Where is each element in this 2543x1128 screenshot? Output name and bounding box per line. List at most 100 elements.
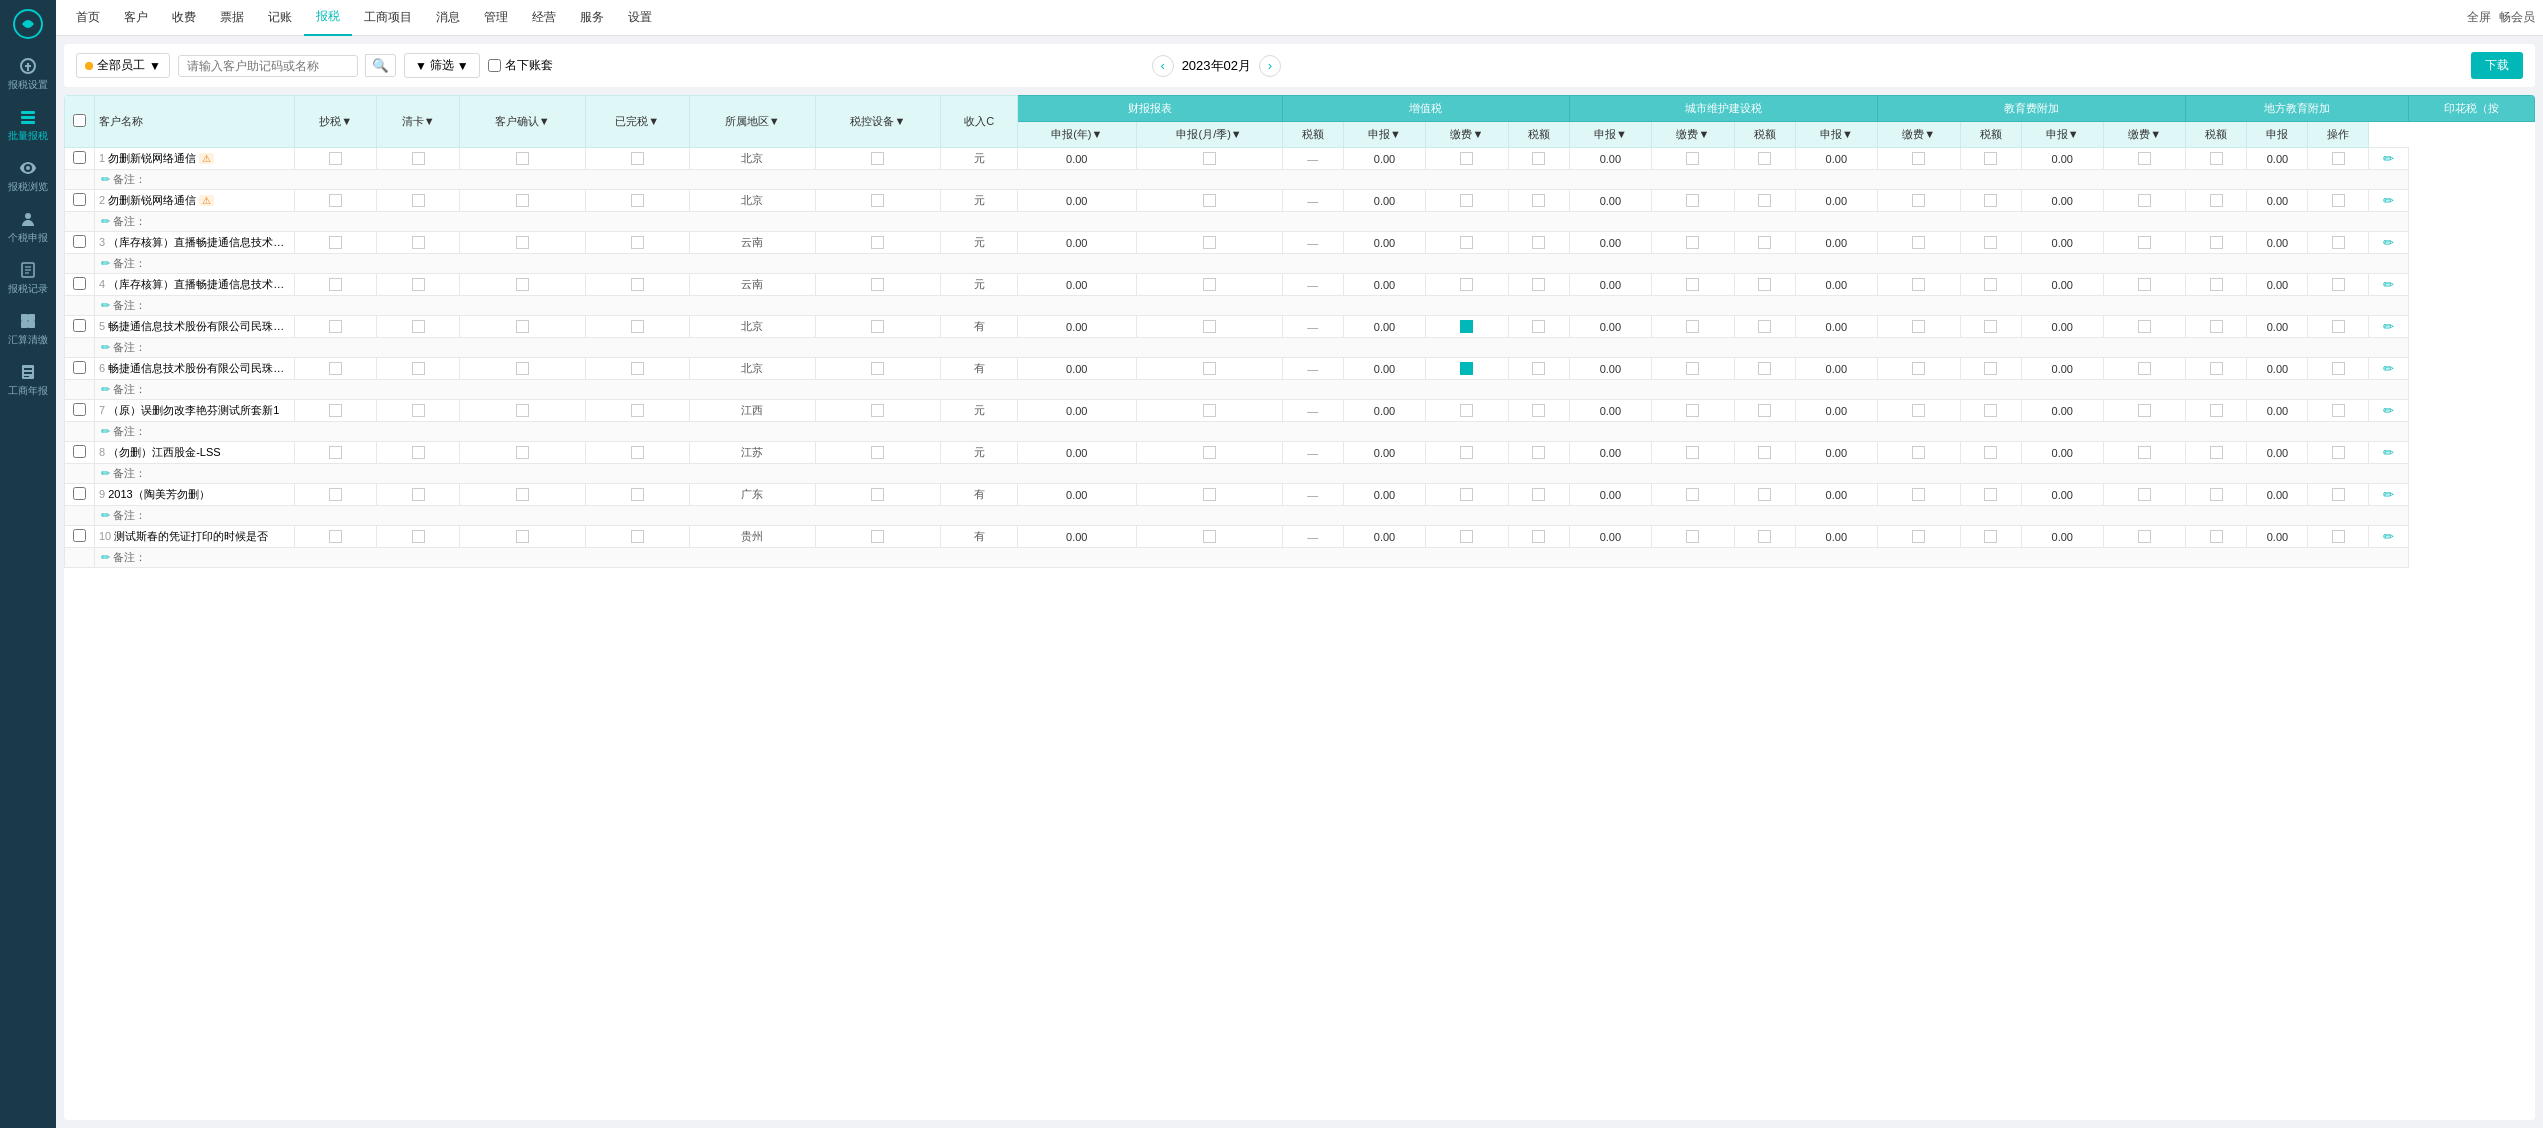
urban-report-cb[interactable] — [1686, 278, 1699, 291]
note-edit-icon[interactable]: ✏ — [101, 173, 110, 185]
vat-report-cb[interactable] — [1460, 530, 1473, 543]
confirm-checkbox[interactable] — [516, 362, 529, 375]
edit-icon[interactable]: ✏ — [2383, 445, 2394, 460]
copy-tax-checkbox[interactable] — [329, 488, 342, 501]
local-report-cb[interactable] — [2138, 362, 2151, 375]
nav-bookkeeping[interactable]: 记账 — [256, 0, 304, 36]
local-report-cb[interactable] — [2138, 530, 2151, 543]
row-checkbox[interactable] — [73, 445, 86, 458]
edu-report-cb[interactable] — [1912, 362, 1925, 375]
local-report-cb[interactable] — [2138, 446, 2151, 459]
device-checkbox[interactable] — [871, 194, 884, 207]
device-checkbox[interactable] — [871, 320, 884, 333]
vat-pay-cb[interactable] — [1532, 362, 1545, 375]
local-report-cb[interactable] — [2138, 236, 2151, 249]
paid-checkbox[interactable] — [631, 404, 644, 417]
local-report-cb[interactable] — [2138, 278, 2151, 291]
edit-icon[interactable]: ✏ — [2383, 235, 2394, 250]
clear-card-checkbox[interactable] — [412, 236, 425, 249]
confirm-checkbox[interactable] — [516, 320, 529, 333]
note-edit-icon[interactable]: ✏ — [101, 257, 110, 269]
device-checkbox[interactable] — [871, 236, 884, 249]
nav-customer[interactable]: 客户 — [112, 0, 160, 36]
stamp-report-cb[interactable] — [2332, 194, 2345, 207]
paid-checkbox[interactable] — [631, 446, 644, 459]
edu-pay-cb[interactable] — [1984, 278, 1997, 291]
urban-pay-cb[interactable] — [1758, 362, 1771, 375]
report-year-checkbox[interactable] — [1203, 362, 1216, 375]
confirm-checkbox[interactable] — [516, 446, 529, 459]
edit-icon[interactable]: ✏ — [2383, 193, 2394, 208]
local-pay-cb[interactable] — [2210, 278, 2223, 291]
clear-card-checkbox[interactable] — [412, 278, 425, 291]
name-list-checkbox[interactable] — [488, 59, 501, 72]
sidebar-item-personal-tax[interactable]: 个税申报 — [0, 201, 56, 252]
urban-pay-cb[interactable] — [1758, 530, 1771, 543]
vat-report-cb[interactable] — [1460, 152, 1473, 165]
vat-pay-cb[interactable] — [1532, 152, 1545, 165]
stamp-report-cb[interactable] — [2332, 152, 2345, 165]
urban-report-cb[interactable] — [1686, 236, 1699, 249]
urban-pay-cb[interactable] — [1758, 194, 1771, 207]
report-year-checkbox[interactable] — [1203, 320, 1216, 333]
local-report-cb[interactable] — [2138, 404, 2151, 417]
report-year-checkbox[interactable] — [1203, 278, 1216, 291]
nav-service[interactable]: 服务 — [568, 0, 616, 36]
sidebar-item-batch-tax[interactable]: 批量报税 — [0, 99, 56, 150]
edu-report-cb[interactable] — [1912, 488, 1925, 501]
stamp-report-cb[interactable] — [2332, 236, 2345, 249]
row-checkbox[interactable] — [73, 403, 86, 416]
device-checkbox[interactable] — [871, 404, 884, 417]
urban-pay-cb[interactable] — [1758, 152, 1771, 165]
edu-pay-cb[interactable] — [1984, 488, 1997, 501]
local-pay-cb[interactable] — [2210, 446, 2223, 459]
note-edit-icon[interactable]: ✏ — [101, 551, 110, 563]
row-checkbox[interactable] — [73, 193, 86, 206]
stamp-report-cb[interactable] — [2332, 488, 2345, 501]
row-checkbox[interactable] — [73, 151, 86, 164]
row-checkbox[interactable] — [73, 319, 86, 332]
local-pay-cb[interactable] — [2210, 320, 2223, 333]
vat-pay-cb[interactable] — [1532, 446, 1545, 459]
vat-report-cb[interactable] — [1460, 404, 1473, 417]
edu-pay-cb[interactable] — [1984, 362, 1997, 375]
device-checkbox[interactable] — [871, 152, 884, 165]
paid-checkbox[interactable] — [631, 530, 644, 543]
edu-report-cb[interactable] — [1912, 152, 1925, 165]
sidebar-item-browse[interactable]: 报税浏览 — [0, 150, 56, 201]
nav-manage[interactable]: 管理 — [472, 0, 520, 36]
edu-pay-cb[interactable] — [1984, 194, 1997, 207]
report-year-checkbox[interactable] — [1203, 404, 1216, 417]
paid-checkbox[interactable] — [631, 236, 644, 249]
filter-button[interactable]: ▼ 筛选 ▼ — [404, 53, 480, 78]
device-checkbox[interactable] — [871, 530, 884, 543]
paid-checkbox[interactable] — [631, 362, 644, 375]
sidebar-item-annual-report[interactable]: 工商年报 — [0, 354, 56, 405]
local-report-cb[interactable] — [2138, 194, 2151, 207]
edu-pay-cb[interactable] — [1984, 530, 1997, 543]
stamp-report-cb[interactable] — [2332, 446, 2345, 459]
urban-pay-cb[interactable] — [1758, 320, 1771, 333]
vat-pay-cb[interactable] — [1532, 530, 1545, 543]
copy-tax-checkbox[interactable] — [329, 362, 342, 375]
sidebar-item-tax-settings[interactable]: 报税设置 — [0, 48, 56, 99]
clear-card-checkbox[interactable] — [412, 152, 425, 165]
row-checkbox[interactable] — [73, 529, 86, 542]
edu-report-cb[interactable] — [1912, 320, 1925, 333]
edit-icon[interactable]: ✏ — [2383, 319, 2394, 334]
local-report-cb[interactable] — [2138, 320, 2151, 333]
download-button[interactable]: 下载 — [2471, 52, 2523, 79]
vat-report-cb[interactable] — [1460, 320, 1473, 333]
urban-pay-cb[interactable] — [1758, 404, 1771, 417]
clear-card-checkbox[interactable] — [412, 404, 425, 417]
edu-report-cb[interactable] — [1912, 446, 1925, 459]
local-pay-cb[interactable] — [2210, 488, 2223, 501]
vat-report-cb[interactable] — [1460, 278, 1473, 291]
edu-report-cb[interactable] — [1912, 194, 1925, 207]
note-edit-icon[interactable]: ✏ — [101, 215, 110, 227]
confirm-checkbox[interactable] — [516, 152, 529, 165]
row-checkbox[interactable] — [73, 277, 86, 290]
edu-report-cb[interactable] — [1912, 530, 1925, 543]
fullscreen-btn[interactable]: 全屏 — [2467, 9, 2491, 26]
confirm-checkbox[interactable] — [516, 236, 529, 249]
